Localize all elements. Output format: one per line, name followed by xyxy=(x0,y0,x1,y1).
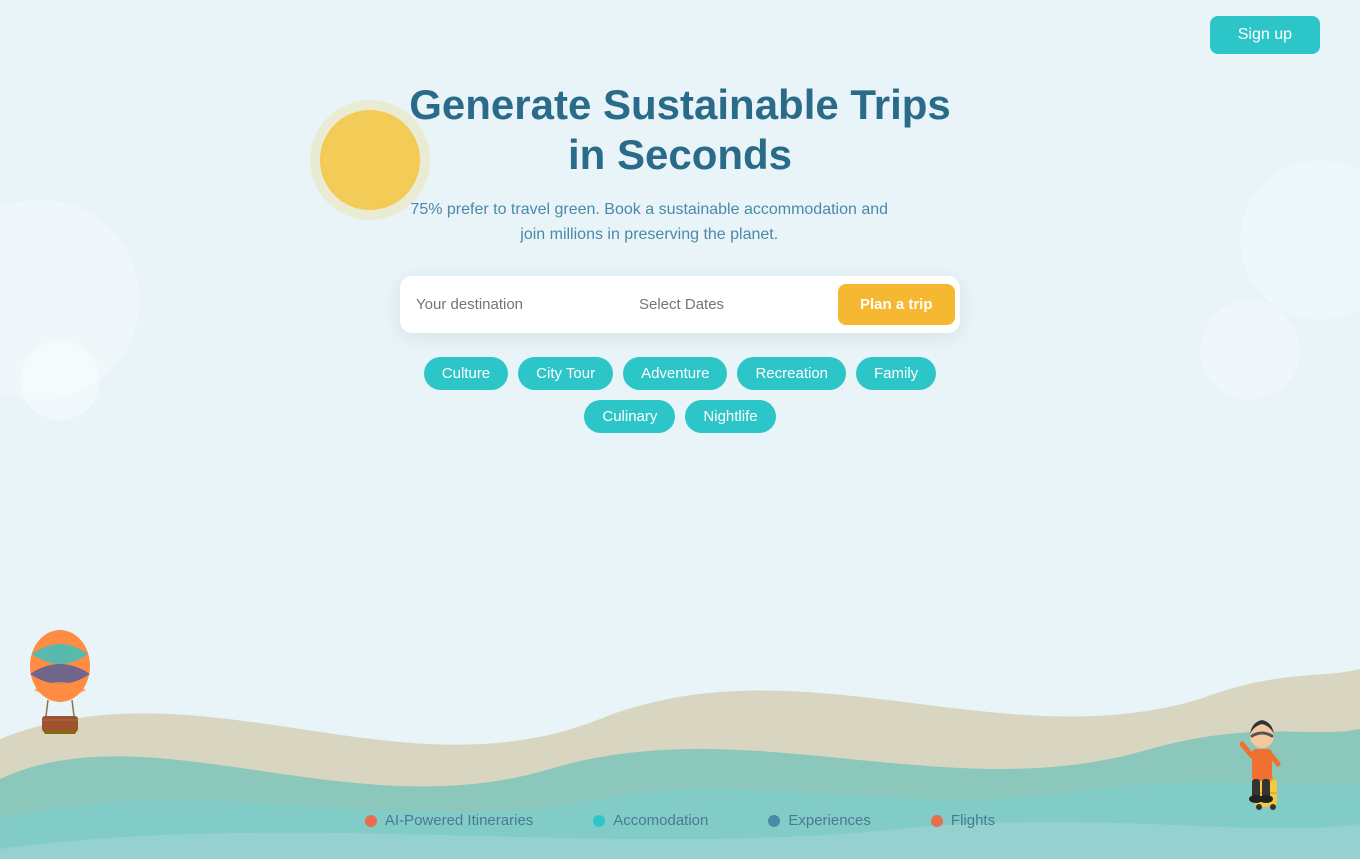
main-content: Generate Sustainable Trips in Seconds 75… xyxy=(0,60,1360,433)
tag-family[interactable]: Family xyxy=(856,357,936,390)
dot-icon-experiences xyxy=(768,815,780,827)
plan-trip-button[interactable]: Plan a trip xyxy=(838,284,955,325)
tag-culinary[interactable]: Culinary xyxy=(584,400,675,433)
search-bar: Plan a trip xyxy=(400,276,960,333)
main-title: Generate Sustainable Trips in Seconds xyxy=(409,80,951,181)
footer-item-itineraries: AI-Powered Itineraries xyxy=(365,812,533,829)
dot-icon-flights xyxy=(931,815,943,827)
tag-adventure[interactable]: Adventure xyxy=(623,357,727,390)
tag-culture[interactable]: Culture xyxy=(424,357,508,390)
hot-air-balloon xyxy=(20,624,100,739)
footer-item-flights: Flights xyxy=(931,812,995,829)
tag-city-tour[interactable]: City Tour xyxy=(518,357,613,390)
header: Sign up xyxy=(0,0,1360,70)
tag-nightlife[interactable]: Nightlife xyxy=(685,400,775,433)
dates-input[interactable] xyxy=(639,296,838,313)
footer-item-accommodation: Accomodation xyxy=(593,812,708,829)
tag-recreation[interactable]: Recreation xyxy=(737,357,846,390)
destination-input[interactable] xyxy=(416,296,615,313)
footer-bar: AI-Powered Itineraries Accomodation Expe… xyxy=(0,812,1360,829)
dot-icon-accommodation xyxy=(593,815,605,827)
signup-button[interactable]: Sign up xyxy=(1210,16,1320,54)
tags-row-1: Culture City Tour Adventure Recreation F… xyxy=(424,357,936,390)
dot-icon-itineraries xyxy=(365,815,377,827)
background-waves xyxy=(0,539,1360,859)
footer-label-flights: Flights xyxy=(951,812,995,829)
traveler-figure xyxy=(1230,694,1310,819)
footer-item-experiences: Experiences xyxy=(768,812,871,829)
footer-label-experiences: Experiences xyxy=(788,812,871,829)
tags-row-2: Culinary Nightlife xyxy=(584,400,775,433)
footer-label-itineraries: AI-Powered Itineraries xyxy=(385,812,533,829)
heading-section: Generate Sustainable Trips in Seconds 75… xyxy=(409,80,951,248)
subtitle-text: 75% prefer to travel green. Book a susta… xyxy=(409,197,889,248)
footer-label-accommodation: Accomodation xyxy=(613,812,708,829)
